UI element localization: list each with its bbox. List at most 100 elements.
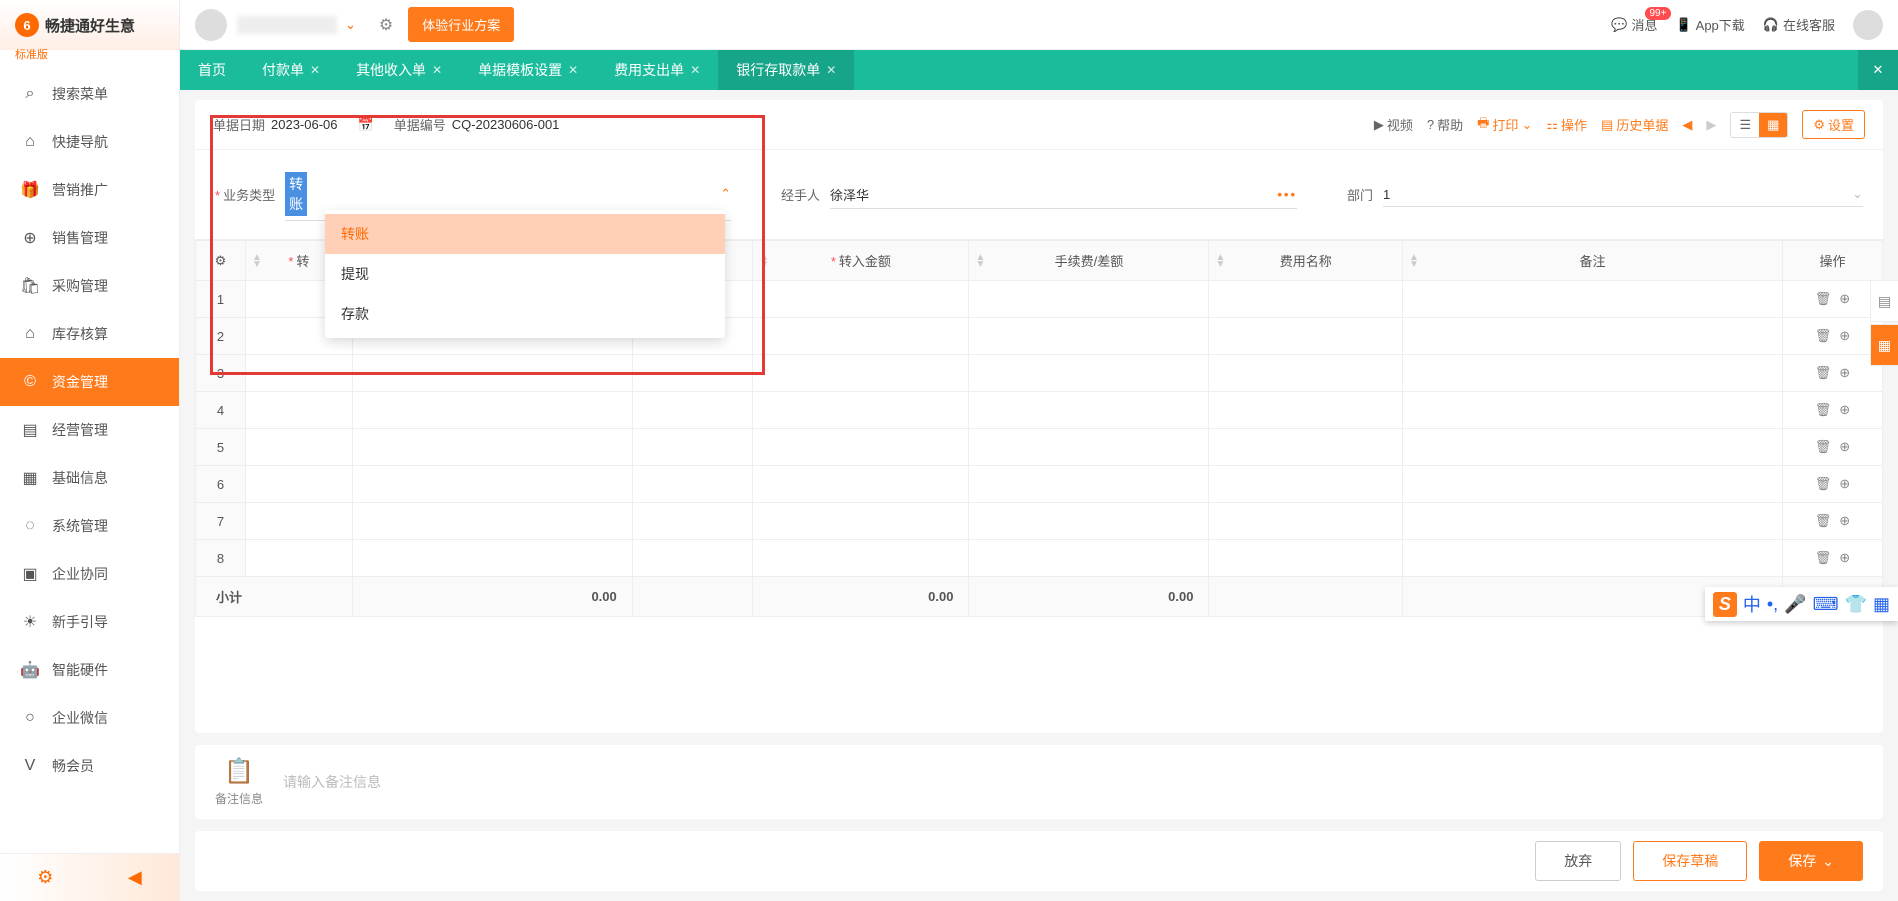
dropdown-option-2[interactable]: 存款 (325, 294, 725, 334)
sidebar-item-1[interactable]: ⌂快捷导航 (0, 118, 179, 166)
settings-button[interactable]: ⚙ 设置 (1802, 110, 1865, 139)
discard-button[interactable]: 放弃 (1535, 841, 1621, 881)
tab-2[interactable]: 其他收入单✕ (338, 50, 460, 90)
delete-icon[interactable]: 🗑 (1815, 550, 1832, 565)
collapse-icon[interactable]: ◀ (118, 862, 152, 893)
delete-icon[interactable]: 🗑 (1815, 513, 1832, 528)
ime-mic-icon[interactable]: 🎤 (1784, 594, 1806, 615)
dept-input-wrap[interactable]: 1 ⌄ (1383, 182, 1863, 207)
tray-item-1[interactable]: ▤ (1870, 280, 1898, 322)
tray-item-2[interactable]: ▦ (1870, 324, 1898, 366)
delete-icon[interactable]: 🗑 (1815, 365, 1832, 380)
sidebar-item-11[interactable]: ☀新手引导 (0, 598, 179, 646)
sidebar-item-10[interactable]: ▣企业协同 (0, 550, 179, 598)
chevron-down-icon[interactable]: ⌄ (345, 17, 356, 33)
sidebar-item-2[interactable]: 🎁营销推广 (0, 166, 179, 214)
col-remark2[interactable]: ▲▼备注 (1403, 241, 1783, 281)
avatar-right[interactable] (1853, 10, 1883, 40)
sidebar-item-4[interactable]: 🛍采购管理 (0, 262, 179, 310)
operate-button[interactable]: ⚏ 操作 (1546, 115, 1587, 134)
online-service-button[interactable]: 🎧 在线客服 (1763, 15, 1835, 34)
save-draft-button[interactable]: 保存草稿 (1633, 841, 1747, 881)
add-row-icon[interactable]: ⊕ (1839, 365, 1850, 380)
col-fee-diff[interactable]: ▲▼手续费/差额 (969, 241, 1209, 281)
close-icon[interactable]: ✕ (826, 63, 836, 77)
delete-icon[interactable]: 🗑 (1815, 439, 1832, 454)
table-row[interactable]: 3🗑⊕ (196, 355, 1883, 392)
messages-button[interactable]: 💬 消息 99+ (1611, 15, 1657, 34)
tab-5[interactable]: 银行存取款单✕ (718, 50, 854, 90)
close-all-tabs[interactable]: ✕ (1858, 50, 1898, 90)
tab-4[interactable]: 费用支出单✕ (596, 50, 718, 90)
add-row-icon[interactable]: ⊕ (1839, 402, 1850, 417)
sidebar-item-5[interactable]: ⌂库存核算 (0, 310, 179, 358)
biz-type-value[interactable]: 转账 (285, 172, 307, 216)
ime-menu-icon[interactable]: ▦ (1873, 594, 1890, 615)
list-view-icon[interactable]: ☰ (1731, 113, 1759, 137)
add-row-icon[interactable]: ⊕ (1839, 439, 1850, 454)
sidebar-item-12[interactable]: 🤖智能硬件 (0, 646, 179, 694)
add-row-icon[interactable]: ⊕ (1839, 513, 1850, 528)
dept-value: 1 (1383, 187, 1390, 202)
ime-logo-icon[interactable]: S (1713, 592, 1737, 617)
tab-0[interactable]: 首页 (180, 50, 244, 90)
sidebar-item-13[interactable]: ○企业微信 (0, 694, 179, 742)
avatar[interactable] (195, 9, 227, 41)
delete-icon[interactable]: 🗑 (1815, 402, 1832, 417)
sidebar-item-3[interactable]: ⊕销售管理 (0, 214, 179, 262)
col-transfer-in-amount[interactable]: ▲▼*转入金额 (753, 241, 969, 281)
delete-icon[interactable]: 🗑 (1815, 328, 1832, 343)
table-row[interactable]: 5🗑⊕ (196, 429, 1883, 466)
sidebar-item-14[interactable]: V畅会员 (0, 742, 179, 790)
sidebar-item-0[interactable]: ⌕搜索菜单 (0, 70, 179, 118)
sidebar-item-7[interactable]: ▤经营管理 (0, 406, 179, 454)
video-link[interactable]: ▶ 视频 (1374, 115, 1413, 134)
delete-icon[interactable]: 🗑 (1815, 291, 1832, 306)
tab-1[interactable]: 付款单✕ (244, 50, 338, 90)
delete-icon[interactable]: 🗑 (1815, 476, 1832, 491)
print-button[interactable]: 🖶 打印 ⌄ (1477, 114, 1532, 136)
help-link[interactable]: ? 帮助 (1427, 115, 1463, 134)
handler-input-wrap[interactable]: 徐泽华 ••• (830, 181, 1297, 209)
tab-3[interactable]: 单据模板设置✕ (460, 50, 596, 90)
close-icon[interactable]: ✕ (690, 63, 700, 77)
experience-button[interactable]: 体验行业方案 (408, 7, 514, 42)
gear-icon[interactable]: ⚙ (379, 15, 393, 35)
ime-punct-icon[interactable]: •, (1767, 594, 1778, 615)
add-row-icon[interactable]: ⊕ (1839, 476, 1850, 491)
more-icon[interactable]: ••• (1277, 187, 1297, 202)
user-block[interactable]: ⌄ (237, 16, 364, 34)
grid-view-icon[interactable]: ▦ (1759, 113, 1787, 137)
ime-keyboard-icon[interactable]: ⌨ (1813, 594, 1839, 615)
next-doc-icon[interactable]: ▶ (1706, 117, 1716, 133)
dropdown-option-0[interactable]: 转账 (325, 214, 725, 254)
chevron-down-icon[interactable]: ⌄ (1852, 186, 1863, 202)
ime-skin-icon[interactable]: 👕 (1845, 594, 1867, 615)
calendar-icon[interactable]: 📅 (358, 117, 374, 133)
close-icon[interactable]: ✕ (432, 63, 442, 77)
save-button[interactable]: 保存 ⌄ (1759, 841, 1863, 881)
close-icon[interactable]: ✕ (310, 63, 320, 77)
sidebar-item-6[interactable]: ©资金管理 (0, 358, 179, 406)
table-row[interactable]: 6🗑⊕ (196, 466, 1883, 503)
add-row-icon[interactable]: ⊕ (1839, 550, 1850, 565)
app-download-button[interactable]: 📱 App下载 (1675, 15, 1744, 34)
chevron-up-icon[interactable]: ⌃ (720, 186, 731, 202)
remark-input[interactable] (283, 774, 1863, 790)
settings-icon[interactable]: ⚙ (27, 862, 63, 893)
sidebar-item-9[interactable]: ◌系统管理 (0, 502, 179, 550)
date-value[interactable]: 2023-06-06 (271, 117, 338, 132)
add-row-icon[interactable]: ⊕ (1839, 291, 1850, 306)
col-settings-icon[interactable]: ⚙ (196, 241, 246, 281)
sidebar-item-8[interactable]: ▦基础信息 (0, 454, 179, 502)
prev-doc-icon[interactable]: ◀ (1682, 117, 1692, 133)
table-row[interactable]: 7🗑⊕ (196, 503, 1883, 540)
col-fee-name[interactable]: ▲▼费用名称 (1209, 241, 1403, 281)
close-icon[interactable]: ✕ (568, 63, 578, 77)
dropdown-option-1[interactable]: 提现 (325, 254, 725, 294)
ime-lang[interactable]: 中 (1743, 591, 1761, 617)
table-row[interactable]: 8🗑⊕ (196, 540, 1883, 577)
add-row-icon[interactable]: ⊕ (1839, 328, 1850, 343)
table-row[interactable]: 4🗑⊕ (196, 392, 1883, 429)
history-button[interactable]: ▤ 历史单据 (1601, 115, 1668, 134)
